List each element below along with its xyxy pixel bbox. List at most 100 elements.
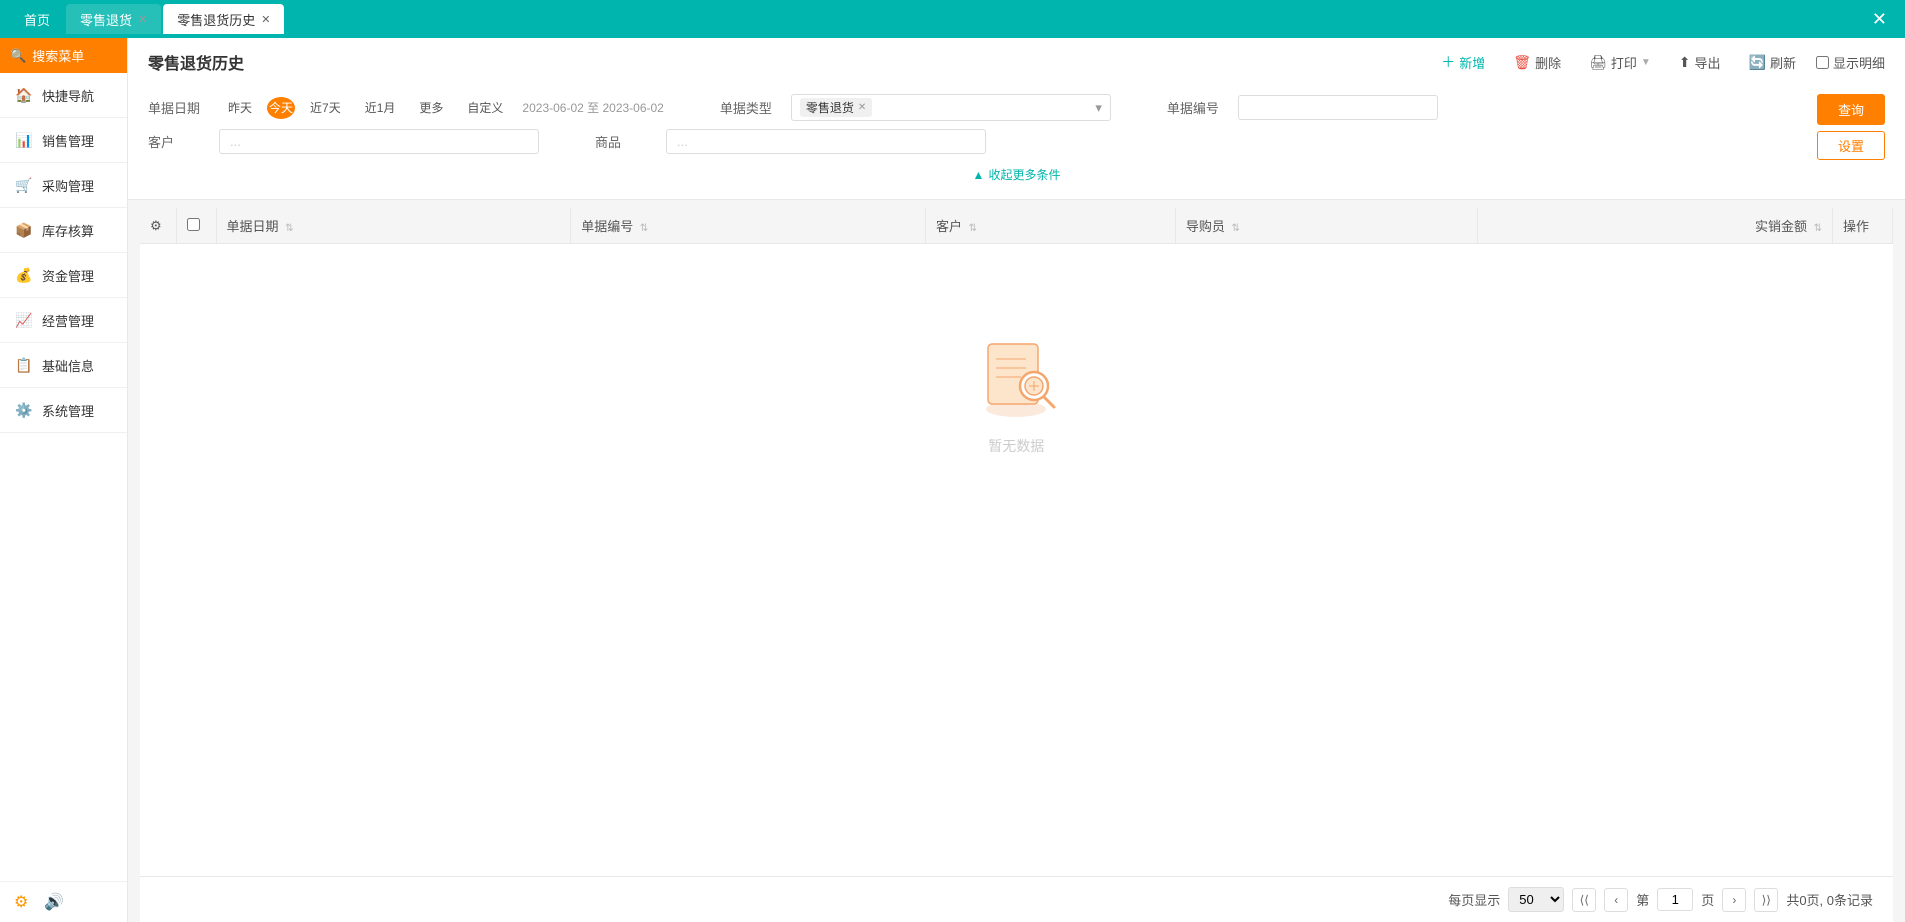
date-btn-yesterday[interactable]: 昨天 — [219, 96, 261, 119]
date-btn-1month[interactable]: 近1月 — [356, 96, 405, 119]
voucher-type-dropdown-icon[interactable]: ▾ — [1095, 100, 1102, 116]
export-icon: ⬆ — [1679, 54, 1691, 71]
export-button[interactable]: ⬆ 导出 — [1671, 49, 1729, 76]
customer-placeholder: ... — [230, 134, 241, 149]
date-btn-custom[interactable]: 自定义 — [458, 96, 512, 119]
date-btn-more[interactable]: 更多 — [410, 96, 452, 119]
voucher-no-input[interactable] — [1238, 95, 1438, 120]
page-label2: 页 — [1701, 890, 1714, 909]
sidebar-item-operations-label: 经营管理 — [42, 311, 94, 330]
th-guide-label: 导购员 — [1186, 219, 1225, 234]
print-icon: 🖨 — [1589, 54, 1607, 71]
th-amount: 实销金额 ⇅ — [1478, 208, 1833, 244]
first-page-button[interactable]: ⟨⟨ — [1572, 888, 1596, 912]
amount-sort-icon[interactable]: ⇅ — [1814, 223, 1822, 234]
inventory-icon: 📦 — [14, 220, 34, 240]
sidebar-item-quick-nav[interactable]: 🏠 快捷导航 — [0, 73, 127, 118]
sidebar-item-finance[interactable]: 💰 资金管理 — [0, 253, 127, 298]
prev-page-button[interactable]: ‹ — [1604, 888, 1628, 912]
purchase-icon: 🛒 — [14, 175, 34, 195]
page-label: 第 — [1636, 890, 1649, 909]
tab-retail-return-history-close[interactable]: ✕ — [261, 13, 270, 26]
sidebar-item-basic-info-label: 基础信息 — [42, 356, 94, 375]
goods-placeholder: ... — [677, 134, 688, 149]
volume-icon[interactable]: 🔊 — [44, 892, 64, 912]
settings-icon[interactable]: ⚙ — [14, 892, 28, 912]
tab-retail-return-history[interactable]: 零售退货历史 ✕ — [163, 4, 284, 34]
sidebar-item-system-mgmt-label: 系统管理 — [42, 401, 94, 420]
print-dropdown-icon[interactable]: ▼ — [1641, 57, 1651, 68]
search-icon: 🔍 — [10, 48, 26, 64]
no-sort-icon[interactable]: ⇅ — [640, 223, 648, 234]
collapse-icon: ▲ — [973, 168, 985, 182]
print-label: 打印 — [1611, 53, 1637, 72]
sales-icon: 📊 — [14, 130, 34, 150]
per-page-label: 每页显示 — [1448, 890, 1500, 909]
tab-home-label: 首页 — [24, 10, 50, 29]
next-page-button[interactable]: › — [1722, 888, 1746, 912]
th-settings[interactable]: ⚙ — [140, 208, 176, 244]
new-icon: ＋ — [1441, 52, 1455, 72]
per-page-select[interactable]: 10 20 50 100 — [1508, 887, 1564, 912]
sidebar-item-sales-mgmt[interactable]: 📊 销售管理 — [0, 118, 127, 163]
new-button[interactable]: ＋ 新增 — [1433, 48, 1493, 76]
data-table: ⚙ 单据日期 ⇅ 单据编号 ⇅ 客户 — [140, 208, 1893, 536]
th-actions: 操作 — [1833, 208, 1893, 244]
new-label: 新增 — [1459, 53, 1485, 72]
table-container: ⚙ 单据日期 ⇅ 单据编号 ⇅ 客户 — [140, 208, 1893, 876]
finance-icon: 💰 — [14, 265, 34, 285]
goods-filter[interactable]: ... — [666, 129, 986, 154]
tab-home[interactable]: 首页 — [10, 4, 64, 34]
last-page-button[interactable]: ⟩⟩ — [1754, 888, 1778, 912]
print-button[interactable]: 🖨 打印 ▼ — [1581, 49, 1659, 76]
refresh-label: 刷新 — [1770, 53, 1796, 72]
pagination-bar: 每页显示 10 20 50 100 ⟨⟨ ‹ 第 页 › ⟩⟩ 共0页, 0条记… — [140, 876, 1893, 922]
delete-button[interactable]: 🗑 删除 — [1505, 49, 1569, 76]
th-no-label: 单据编号 — [581, 219, 633, 234]
th-checkbox[interactable] — [176, 208, 216, 244]
sidebar-item-quick-nav-label: 快捷导航 — [42, 86, 94, 105]
sidebar-search[interactable]: 🔍 搜索菜单 — [0, 38, 127, 73]
th-customer-label: 客户 — [936, 219, 962, 234]
tab-retail-return-close[interactable]: ✕ — [138, 13, 147, 26]
th-actions-label: 操作 — [1843, 219, 1869, 234]
customer-sort-icon[interactable]: ⇅ — [969, 223, 977, 234]
window-close-button[interactable]: ✕ — [1864, 9, 1895, 30]
show-detail-toggle[interactable]: 显示明细 — [1816, 53, 1885, 72]
sidebar-item-operations[interactable]: 📈 经营管理 — [0, 298, 127, 343]
select-all-checkbox[interactable] — [187, 218, 200, 231]
refresh-button[interactable]: 🔄 刷新 — [1741, 49, 1804, 76]
tab-retail-return[interactable]: 零售退货 ✕ — [66, 4, 161, 34]
sidebar-bottom: ⚙ 🔊 — [0, 881, 127, 922]
date-range-display: 2023-06-02 至 2023-06-02 — [522, 99, 663, 116]
sidebar-item-system-mgmt[interactable]: ⚙️ 系统管理 — [0, 388, 127, 433]
goods-label: 商品 — [595, 132, 650, 151]
guide-sort-icon[interactable]: ⇅ — [1232, 223, 1240, 234]
date-btn-today[interactable]: 今天 — [267, 97, 295, 119]
th-amount-label: 实销金额 — [1755, 219, 1807, 234]
sidebar-item-basic-info[interactable]: 📋 基础信息 — [0, 343, 127, 388]
voucher-type-tag-close[interactable]: ✕ — [858, 102, 866, 113]
customer-filter[interactable]: ... — [219, 129, 539, 154]
date-btn-7days[interactable]: 近7天 — [301, 96, 350, 119]
page-title: 零售退货历史 — [148, 50, 244, 74]
query-button[interactable]: 查询 — [1817, 94, 1885, 125]
date-sort-icon[interactable]: ⇅ — [285, 223, 293, 234]
page-number-input[interactable] — [1657, 888, 1693, 911]
set-button[interactable]: 设置 — [1817, 131, 1885, 160]
sidebar-item-inventory-label: 库存核算 — [42, 221, 94, 240]
th-date: 单据日期 ⇅ — [216, 208, 571, 244]
date-filter: 昨天 今天 近7天 近1月 更多 自定义 2023-06-02 至 2023-0… — [219, 96, 664, 119]
collapse-filter-button[interactable]: ▲ 收起更多条件 — [148, 162, 1885, 191]
sidebar-item-purchase-mgmt[interactable]: 🛒 采购管理 — [0, 163, 127, 208]
voucher-type-filter[interactable]: 零售退货 ✕ ▾ — [791, 94, 1111, 121]
empty-state: 暂无数据 — [140, 244, 1893, 536]
page-title-bar: 零售退货历史 ＋ 新增 🗑 删除 🖨 打印 ▼ — [148, 48, 1885, 76]
sidebar-search-label: 搜索菜单 — [32, 46, 84, 65]
show-detail-checkbox[interactable] — [1816, 56, 1829, 69]
sidebar-item-inventory[interactable]: 📦 库存核算 — [0, 208, 127, 253]
show-detail-text: 显示明细 — [1833, 53, 1885, 72]
basicinfo-icon: 📋 — [14, 355, 34, 375]
tab-retail-return-label: 零售退货 — [80, 10, 132, 29]
top-tab-bar: 首页 零售退货 ✕ 零售退货历史 ✕ ✕ — [0, 0, 1905, 38]
